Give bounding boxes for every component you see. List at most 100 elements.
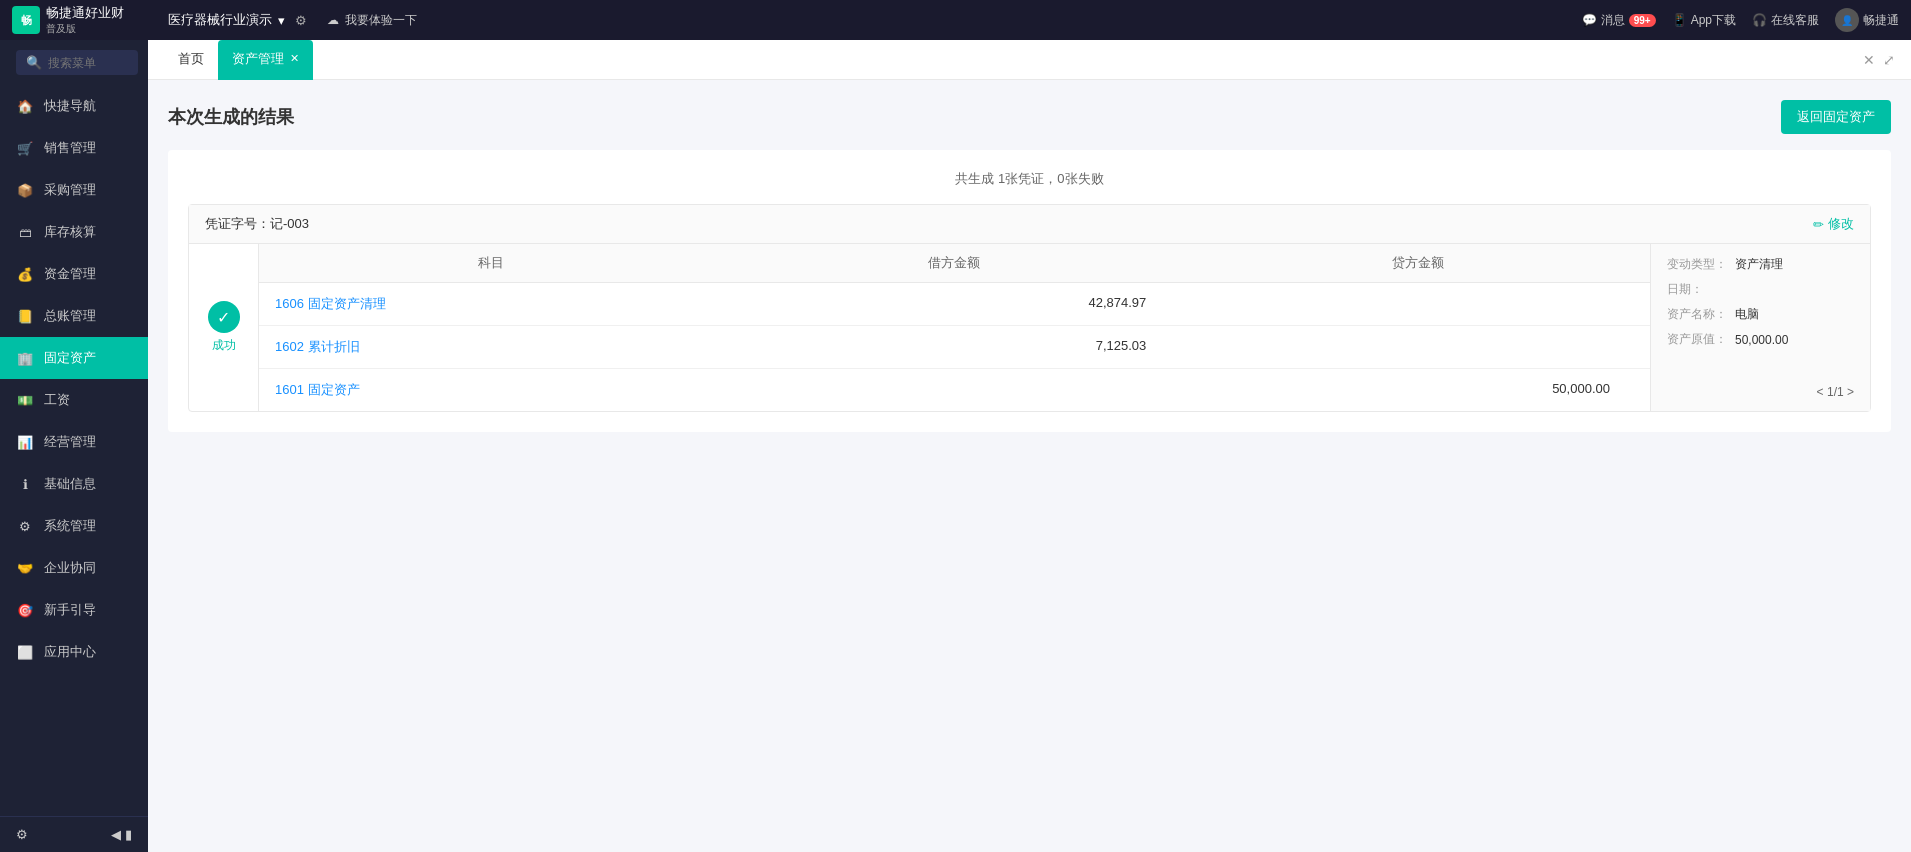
panel-pagination[interactable]: < 1/1 > xyxy=(1667,385,1854,399)
sidebar-item-quick-nav[interactable]: 🏠 快捷导航 xyxy=(0,85,148,127)
user-menu[interactable]: 👤 畅捷通 xyxy=(1835,8,1899,32)
row2-subject[interactable]: 1602 累计折旧 xyxy=(259,326,723,368)
logo-icon: 畅 xyxy=(12,6,40,34)
sidebar-item-inventory[interactable]: 🗃 库存核算 xyxy=(0,211,148,253)
sidebar-item-label: 固定资产 xyxy=(44,349,96,367)
voucher-body: ✓ 成功 科目 借方金额 贷方金额 xyxy=(189,244,1870,411)
result-summary: 共生成 1张凭证，0张失败 xyxy=(188,170,1871,188)
experience-btn[interactable]: ☁ 我要体验一下 xyxy=(327,12,417,29)
search-box[interactable]: 🔍 xyxy=(16,50,138,75)
sidebar-item-apps[interactable]: ⬜ 应用中心 xyxy=(0,631,148,673)
messages-btn[interactable]: 💬 消息 99+ xyxy=(1582,12,1656,29)
sidebar-item-label: 库存核算 xyxy=(44,223,96,241)
row1-credit xyxy=(1186,283,1650,325)
sidebar-item-salary[interactable]: 💵 工资 xyxy=(0,379,148,421)
purchase-icon: 📦 xyxy=(16,181,34,199)
messages-badge: 99+ xyxy=(1629,14,1656,27)
avatar: 👤 xyxy=(1835,8,1859,32)
success-icon: ✓ xyxy=(208,301,240,333)
app-edition: 普及版 xyxy=(46,22,124,36)
money-icon: 💰 xyxy=(16,265,34,283)
next-page-icon[interactable]: > xyxy=(1847,385,1854,399)
search-input[interactable] xyxy=(48,56,128,70)
table-row: 1601 固定资产 50,000.00 xyxy=(259,369,1650,411)
panel-change-type: 变动类型： 资产清理 xyxy=(1667,256,1854,273)
prev-page-icon[interactable]: < xyxy=(1817,385,1824,399)
expand-icon[interactable]: ⤢ xyxy=(1883,52,1895,68)
company-selector[interactable]: 医疗器械行业演示 ▾ ⚙ xyxy=(168,11,307,29)
sidebar-item-collab[interactable]: 🤝 企业协同 xyxy=(0,547,148,589)
settings-bottom-icon[interactable]: ⚙ xyxy=(16,827,28,842)
panel-original-value: 资产原值： 50,000.00 xyxy=(1667,331,1854,348)
headset-icon: 🎧 xyxy=(1752,13,1767,27)
success-label: 成功 xyxy=(212,337,236,354)
tab-asset-management[interactable]: 资产管理 ✕ xyxy=(218,40,313,80)
message-icon: 💬 xyxy=(1582,13,1597,27)
settings-icon[interactable]: ⚙ xyxy=(295,13,307,28)
sidebar-item-ledger[interactable]: 📒 总账管理 xyxy=(0,295,148,337)
content-area: 首页 资产管理 ✕ ✕ ⤢ 本次生成的结果 返回固定资产 共生成 1张凭证，0张… xyxy=(148,40,1911,852)
tab-asset-label: 资产管理 xyxy=(232,50,284,68)
col-header-subject: 科目 xyxy=(259,244,723,283)
close-panel-icon[interactable]: ✕ xyxy=(1863,52,1875,68)
tab-home[interactable]: 首页 xyxy=(164,40,218,80)
date-label: 日期： xyxy=(1667,281,1703,298)
table-header: 科目 借方金额 贷方金额 xyxy=(259,244,1650,283)
online-service-btn[interactable]: 🎧 在线客服 xyxy=(1752,12,1819,29)
chevron-down-icon: ▾ xyxy=(278,13,285,28)
experience-label: 我要体验一下 xyxy=(345,12,417,29)
voucher-block: 凭证字号：记-003 ✏ 修改 ✓ 成功 xyxy=(188,204,1871,412)
sidebar-item-label: 经营管理 xyxy=(44,433,96,451)
sidebar-search-item[interactable]: 🔍 xyxy=(0,40,148,85)
search-icon: 🔍 xyxy=(26,55,42,70)
sidebar-scroll: 🔍 🏠 快捷导航 🛒 销售管理 📦 采购管理 🗃 库存核算 xyxy=(0,40,148,816)
edit-icon: ✏ xyxy=(1813,217,1824,232)
sidebar-item-funds[interactable]: 💰 资金管理 xyxy=(0,253,148,295)
change-type-label: 变动类型： xyxy=(1667,256,1727,273)
voucher-table: 科目 借方金额 贷方金额 1606 固定资产清理 42,874.97 xyxy=(259,244,1650,411)
page-indicator: 1/1 xyxy=(1827,385,1847,399)
row3-credit: 50,000.00 xyxy=(1186,369,1650,411)
ledger-icon: 📒 xyxy=(16,307,34,325)
inventory-icon: 🗃 xyxy=(16,223,34,241)
asset-icon: 🏢 xyxy=(16,349,34,367)
cart-icon: 🛒 xyxy=(16,139,34,157)
apps-icon: ⬜ xyxy=(16,643,34,661)
panel-date: 日期： xyxy=(1667,281,1854,298)
return-to-fixed-assets-button[interactable]: 返回固定资产 xyxy=(1781,100,1891,134)
sidebar-item-fixed-assets[interactable]: 🏢 固定资产 xyxy=(0,337,148,379)
asset-name-label: 资产名称： xyxy=(1667,306,1727,323)
voucher-right-panel: 变动类型： 资产清理 日期： 资产名称： 电脑 xyxy=(1650,244,1870,411)
original-value-value: 50,000.00 xyxy=(1735,333,1788,347)
collapse-icon[interactable]: ◀ ▮ xyxy=(111,827,132,842)
table-row: 1602 累计折旧 7,125.03 xyxy=(259,326,1650,369)
app-logo: 畅 畅捷通好业财 普及版 xyxy=(12,4,160,36)
change-type-value: 资产清理 xyxy=(1735,256,1783,273)
sidebar: 🔍 🏠 快捷导航 🛒 销售管理 📦 采购管理 🗃 库存核算 xyxy=(0,40,148,852)
sidebar-item-label: 工资 xyxy=(44,391,70,409)
page-content: 本次生成的结果 返回固定资产 共生成 1张凭证，0张失败 凭证字号：记-003 … xyxy=(148,80,1911,852)
row3-subject[interactable]: 1601 固定资产 xyxy=(259,369,723,411)
guide-icon: 🎯 xyxy=(16,601,34,619)
online-service-label: 在线客服 xyxy=(1771,12,1819,29)
sidebar-item-label: 销售管理 xyxy=(44,139,96,157)
row1-debit: 42,874.97 xyxy=(723,283,1187,325)
sidebar-item-system[interactable]: ⚙ 系统管理 xyxy=(0,505,148,547)
voucher-status-col: ✓ 成功 xyxy=(189,244,259,411)
sidebar-item-basic-info[interactable]: ℹ 基础信息 xyxy=(0,463,148,505)
sidebar-item-guide[interactable]: 🎯 新手引导 xyxy=(0,589,148,631)
sidebar-item-sales[interactable]: 🛒 销售管理 xyxy=(0,127,148,169)
sidebar-item-purchase[interactable]: 📦 采购管理 xyxy=(0,169,148,211)
app-download-btn[interactable]: 📱 App下载 xyxy=(1672,12,1736,29)
tab-close-icon[interactable]: ✕ xyxy=(290,52,299,65)
salary-icon: 💵 xyxy=(16,391,34,409)
settings-icon: ⚙ xyxy=(16,517,34,535)
sidebar-item-management[interactable]: 📊 经营管理 xyxy=(0,421,148,463)
page-header: 本次生成的结果 返回固定资产 xyxy=(168,100,1891,134)
row1-subject[interactable]: 1606 固定资产清理 xyxy=(259,283,723,325)
row3-debit xyxy=(723,369,1187,411)
row2-debit: 7,125.03 xyxy=(723,326,1187,368)
panel-asset-name: 资产名称： 电脑 xyxy=(1667,306,1854,323)
edit-button[interactable]: ✏ 修改 xyxy=(1813,215,1854,233)
sidebar-bottom: ⚙ ◀ ▮ xyxy=(0,816,148,852)
